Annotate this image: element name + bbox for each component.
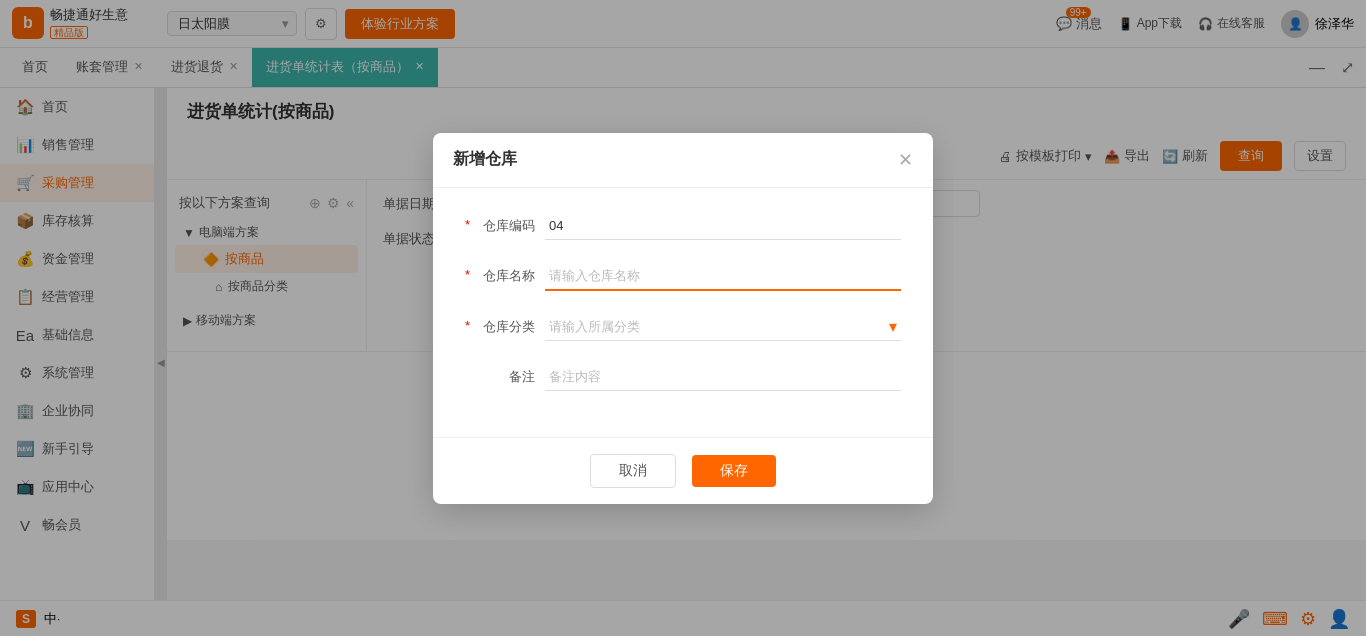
category-select[interactable]: 请输入所属分类	[545, 313, 901, 341]
modal-close-button[interactable]: ✕	[898, 149, 913, 171]
modal-body: 仓库编码 仓库名称 仓库分类 请输入所属分类 备注	[433, 188, 933, 437]
code-label: 仓库编码	[465, 217, 545, 235]
code-input[interactable]	[545, 212, 901, 240]
form-row-name: 仓库名称	[465, 262, 901, 291]
cancel-button[interactable]: 取消	[590, 454, 676, 488]
modal-overlay: 新增仓库 ✕ 仓库编码 仓库名称 仓库分类 请输入所属分类	[0, 0, 1366, 636]
category-label: 仓库分类	[465, 318, 545, 336]
name-label: 仓库名称	[465, 267, 545, 285]
remark-input[interactable]	[545, 363, 901, 391]
modal-new-warehouse: 新增仓库 ✕ 仓库编码 仓库名称 仓库分类 请输入所属分类	[433, 133, 933, 504]
form-row-remark: 备注	[465, 363, 901, 391]
name-input[interactable]	[545, 262, 901, 291]
form-row-code: 仓库编码	[465, 212, 901, 240]
form-row-category: 仓库分类 请输入所属分类	[465, 313, 901, 341]
save-button[interactable]: 保存	[692, 455, 776, 487]
modal-footer: 取消 保存	[433, 437, 933, 504]
remark-label: 备注	[465, 368, 545, 386]
modal-title: 新增仓库	[453, 149, 517, 170]
category-select-wrap: 请输入所属分类	[545, 313, 901, 341]
modal-header: 新增仓库 ✕	[433, 133, 933, 188]
